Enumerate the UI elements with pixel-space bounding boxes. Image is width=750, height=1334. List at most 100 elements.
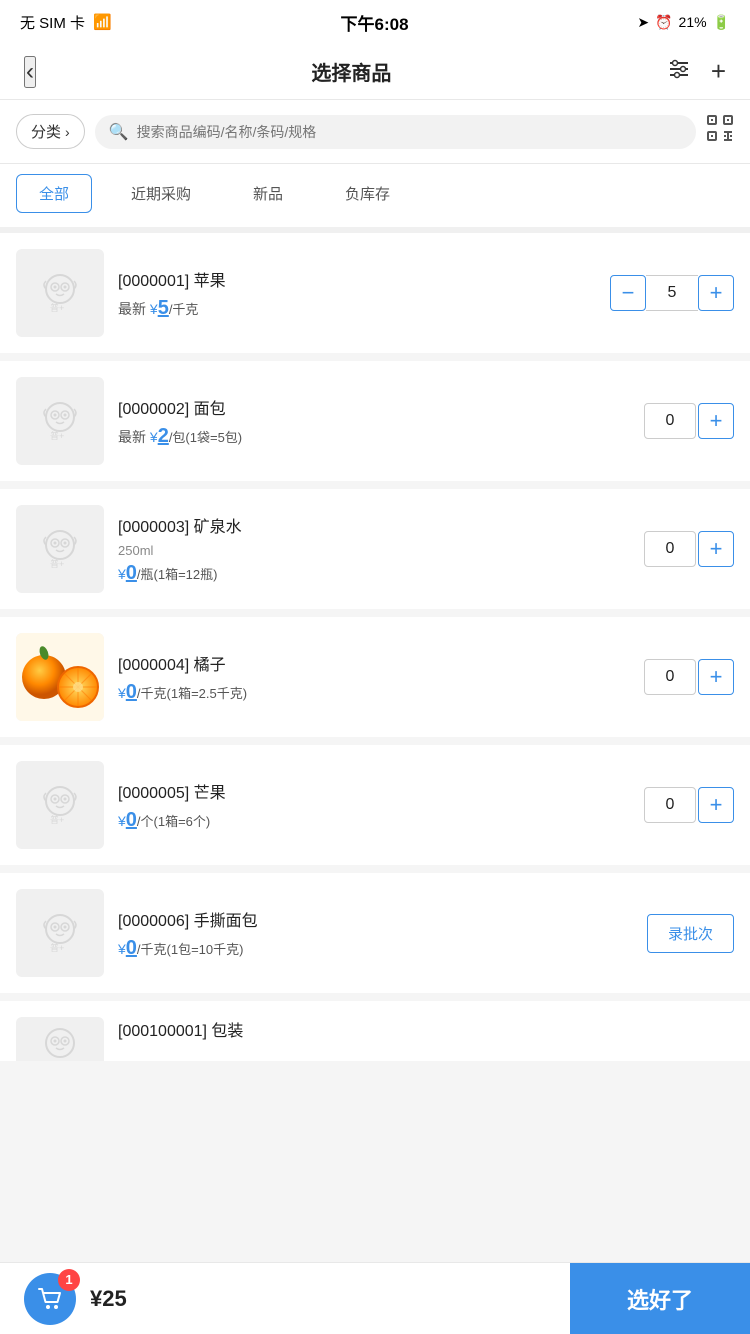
tab-recent[interactable]: 近期采购 (108, 174, 214, 213)
category-arrow-icon: › (65, 124, 70, 140)
product-price: ¥0/个(1箱=6个) (118, 809, 630, 832)
list-item: 普+ [0000001] 苹果 最新 ¥5/千克 − + (0, 233, 750, 353)
product-info: [0000005] 芒果 ¥0/个(1箱=6个) (118, 779, 630, 832)
quantity-decrease-button[interactable]: − (610, 275, 646, 311)
product-price: 最新 ¥5/千克 (118, 297, 596, 320)
owl-logo-icon: 普+ (36, 269, 84, 317)
svg-text:普+: 普+ (50, 430, 64, 441)
page-title: 选择商品 (311, 57, 391, 86)
quantity-input[interactable] (644, 659, 696, 695)
location-icon: ➤ (637, 14, 649, 31)
category-button[interactable]: 分类 › (16, 114, 85, 149)
wifi-icon: 📶 (93, 13, 112, 31)
owl-logo-icon: 普+ (36, 909, 84, 957)
quantity-control: 录批次 (647, 914, 734, 953)
svg-text:普+: 普+ (50, 942, 64, 953)
quantity-control: + (644, 531, 734, 567)
product-image: 普+ (16, 249, 104, 337)
batch-record-button[interactable]: 录批次 (647, 914, 734, 953)
product-price: 最新 ¥2/包(1袋=5包) (118, 425, 630, 448)
tab-new[interactable]: 新品 (230, 174, 306, 213)
quantity-increase-button[interactable]: + (698, 659, 734, 695)
quantity-increase-button[interactable]: + (698, 787, 734, 823)
quantity-input[interactable] (644, 531, 696, 567)
quantity-control: + (644, 787, 734, 823)
scan-icon[interactable] (706, 114, 734, 149)
svg-text:普+: 普+ (50, 558, 64, 569)
svg-text:普+: 普+ (50, 814, 64, 825)
product-image: 普+ (16, 377, 104, 465)
nav-actions: + (667, 56, 726, 87)
quantity-input[interactable] (644, 787, 696, 823)
product-list: 普+ [0000001] 苹果 最新 ¥5/千克 − + (0, 233, 750, 1149)
category-label: 分类 (31, 121, 61, 142)
product-name: [0000004] 橘子 (118, 651, 630, 675)
product-name: [000100001] 包装 (118, 1017, 734, 1041)
list-item: 普+ [0000003] 矿泉水 250ml ¥0/瓶(1箱=12瓶) + (0, 489, 750, 609)
list-item: [000100001] 包装 (0, 1001, 750, 1061)
nav-bar: ‹ 选择商品 + (0, 44, 750, 100)
product-image: 普+ (16, 761, 104, 849)
product-info: [0000002] 面包 最新 ¥2/包(1袋=5包) (118, 395, 630, 448)
battery-text: 21% (679, 14, 707, 30)
product-name: [0000006] 手撕面包 (118, 907, 633, 931)
quantity-increase-button[interactable]: + (698, 531, 734, 567)
list-item: [0000004] 橘子 ¥0/千克(1箱=2.5千克) + (0, 617, 750, 737)
cart-button[interactable]: 1 (24, 1273, 76, 1325)
tab-negative-stock[interactable]: 负库存 (322, 174, 413, 213)
search-input[interactable] (137, 124, 682, 140)
alarm-icon: ⏰ (655, 14, 672, 31)
no-sim-text: 无 SIM 卡 (20, 12, 85, 33)
bottom-bar: 1 ¥25 选好了 (0, 1262, 750, 1334)
product-image (16, 633, 104, 721)
quantity-control: − + (610, 275, 734, 311)
confirm-button[interactable]: 选好了 (570, 1263, 750, 1334)
quantity-control: + (644, 403, 734, 439)
search-bar: 分类 › 🔍 (0, 100, 750, 164)
search-icon: 🔍 (109, 122, 129, 142)
quantity-increase-button[interactable]: + (698, 403, 734, 439)
product-price: ¥0/瓶(1箱=12瓶) (118, 562, 630, 585)
product-price: ¥0/千克(1包=10千克) (118, 937, 633, 960)
status-left: 无 SIM 卡 📶 (20, 12, 112, 33)
cart-total: ¥25 (90, 1286, 127, 1312)
tab-all[interactable]: 全部 (16, 174, 92, 213)
product-info: [000100001] 包装 (118, 1017, 734, 1047)
add-icon[interactable]: + (711, 56, 726, 87)
product-image: 普+ (16, 505, 104, 593)
status-bar: 无 SIM 卡 📶 下午6:08 ➤ ⏰ 21% 🔋 (0, 0, 750, 44)
status-time: 下午6:08 (341, 10, 409, 35)
cart-badge: 1 (58, 1269, 80, 1291)
quantity-control: + (644, 659, 734, 695)
cart-section: 1 ¥25 (0, 1273, 570, 1325)
list-item: 普+ [0000002] 面包 最新 ¥2/包(1袋=5包) + (0, 361, 750, 481)
product-image: 普+ (16, 889, 104, 977)
product-name: [0000002] 面包 (118, 395, 630, 419)
svg-text:普+: 普+ (50, 302, 64, 313)
quantity-input[interactable] (644, 403, 696, 439)
owl-logo-icon: 普+ (36, 525, 84, 573)
product-info: [0000001] 苹果 最新 ¥5/千克 (118, 267, 596, 320)
quantity-input[interactable] (646, 275, 698, 311)
product-price: ¥0/千克(1箱=2.5千克) (118, 681, 630, 704)
product-image (16, 1017, 104, 1061)
status-right: ➤ ⏰ 21% 🔋 (637, 14, 730, 31)
product-name: [0000001] 苹果 (118, 267, 596, 291)
back-button[interactable]: ‹ (24, 56, 36, 88)
owl-logo-icon: 普+ (36, 397, 84, 445)
battery-icon: 🔋 (713, 14, 730, 31)
owl-logo-icon: 普+ (36, 781, 84, 829)
filter-tabs: 全部 近期采购 新品 负库存 (0, 164, 750, 233)
list-item: 普+ [0000006] 手撕面包 ¥0/千克(1包=10千克) 录批次 (0, 873, 750, 993)
product-info: [0000004] 橘子 ¥0/千克(1箱=2.5千克) (118, 651, 630, 704)
product-info: [0000003] 矿泉水 250ml ¥0/瓶(1箱=12瓶) (118, 513, 630, 585)
quantity-increase-button[interactable]: + (698, 275, 734, 311)
filter-icon[interactable] (667, 57, 691, 87)
list-item: 普+ [0000005] 芒果 ¥0/个(1箱=6个) + (0, 745, 750, 865)
product-name: [0000003] 矿泉水 (118, 513, 630, 537)
product-name: [0000005] 芒果 (118, 779, 630, 803)
product-spec: 250ml (118, 543, 630, 558)
search-input-wrap: 🔍 (95, 115, 696, 149)
owl-logo-icon (36, 1023, 84, 1061)
product-info: [0000006] 手撕面包 ¥0/千克(1包=10千克) (118, 907, 633, 960)
